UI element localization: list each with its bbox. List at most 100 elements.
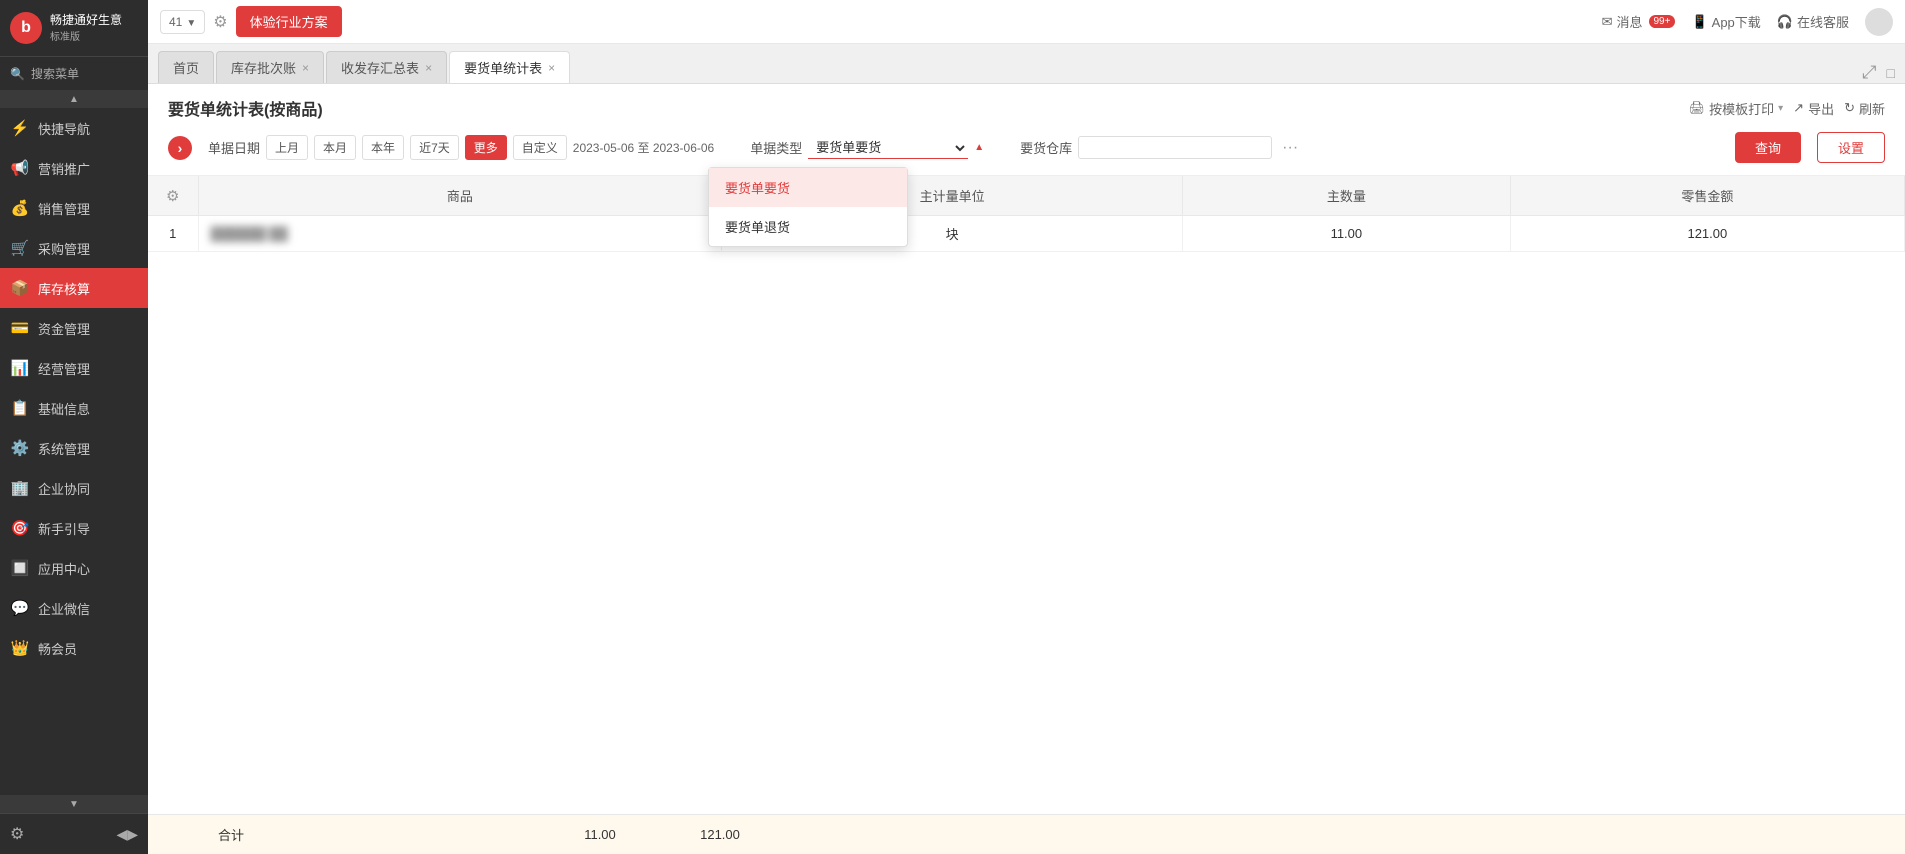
refresh-icon: ↻ [1844, 100, 1855, 116]
breadcrumb-select[interactable]: 41 [160, 10, 205, 34]
date-btn-this-year[interactable]: 本年 [362, 135, 404, 160]
table-footer: 合计 11.00 121.00 [148, 814, 1905, 854]
logo-title: 畅捷通好生意 [50, 13, 122, 29]
sidebar-item-operation[interactable]: 📊 经营管理 [0, 348, 148, 388]
col-quantity: 主数量 [1183, 176, 1511, 216]
date-btn-custom[interactable]: 自定义 [513, 135, 567, 160]
basic-icon: 📋 [10, 398, 30, 418]
tab-fullscreen-icon[interactable]: □ [1887, 65, 1895, 81]
warehouse-more-icon[interactable]: ··· [1282, 139, 1298, 157]
tab-close-icon[interactable]: × [302, 61, 309, 75]
tab-receive-summary[interactable]: 收发存汇总表 × [326, 51, 447, 83]
sidebar-scroll-up[interactable]: ▲ [0, 90, 148, 108]
phone-icon: 📱 [1691, 14, 1707, 30]
col-amount: 零售金额 [1510, 176, 1904, 216]
tab-order-summary[interactable]: 要货单统计表 × [449, 51, 570, 83]
content-area: 要货单统计表(按商品) 🖨 按模板打印 ▾ ↗ 导出 ↻ 刷新 › [148, 84, 1905, 854]
query-btn[interactable]: 查询 [1735, 132, 1801, 163]
logo-sub: 标准版 [50, 28, 122, 43]
sidebar-item-label: 营销推广 [38, 159, 90, 178]
sidebar-item-label: 畅会员 [38, 639, 77, 658]
settings-icon[interactable]: ⚙ [10, 824, 24, 844]
date-btn-this-month[interactable]: 本月 [314, 135, 356, 160]
inventory-icon: 📦 [10, 278, 30, 298]
online-service-btn[interactable]: 🎧 在线客服 [1777, 12, 1849, 31]
export-label: 导出 [1808, 99, 1834, 118]
messages-btn[interactable]: ✉ 消息 99+ [1602, 12, 1676, 31]
main-area: 41 ⚙ 体验行业方案 ✉ 消息 99+ 📱 App下载 🎧 在线客服 [148, 0, 1905, 854]
sidebar-item-member[interactable]: 👑 畅会员 [0, 628, 148, 668]
sidebar-item-enterprise[interactable]: 🏢 企业协同 [0, 468, 148, 508]
sidebar-item-label: 企业微信 [38, 599, 90, 618]
enterprise-icon: 🏢 [10, 478, 30, 498]
sidebar-scroll-down[interactable]: ▼ [0, 795, 148, 813]
goods-name-blurred: ██████ ██ [211, 226, 288, 241]
sidebar-search[interactable]: 🔍 搜索菜单 [0, 57, 148, 90]
app-download-btn[interactable]: 📱 App下载 [1691, 12, 1760, 31]
apps-icon: 🔲 [10, 558, 30, 578]
messages-label: 消息 [1616, 12, 1642, 31]
tab-label: 收发存汇总表 [341, 58, 419, 77]
sidebar-bottom: ⚙ ◀▶ [0, 813, 148, 854]
warehouse-filter-input[interactable] [1078, 136, 1272, 159]
gear-settings-icon[interactable]: ⚙ [213, 12, 227, 32]
collapse-icon[interactable]: ◀▶ [116, 826, 138, 843]
print-btn[interactable]: 🖨 按模板打印 ▾ [1689, 99, 1784, 118]
sidebar-nav: ⚡ 快捷导航 📢 营销推广 💰 销售管理 🛒 采购管理 📦 库存核算 💳 资金管… [0, 108, 148, 795]
avatar[interactable] [1865, 8, 1893, 36]
sidebar-item-guide[interactable]: 🎯 新手引导 [0, 508, 148, 548]
tab-label: 首页 [173, 58, 199, 77]
sidebar-item-sales[interactable]: 💰 销售管理 [0, 188, 148, 228]
topbar-right: ✉ 消息 99+ 📱 App下载 🎧 在线客服 [1602, 8, 1893, 36]
tab-close-icon[interactable]: × [425, 61, 432, 75]
sidebar-item-label: 新手引导 [38, 519, 90, 538]
filter-bar: › 单据日期 上月 本月 本年 近7天 更多 自定义 2023-05-06 至 … [148, 120, 1905, 176]
search-label: 搜索菜单 [31, 65, 79, 82]
sidebar-item-quick-nav[interactable]: ⚡ 快捷导航 [0, 108, 148, 148]
date-btn-more[interactable]: 更多 [465, 135, 507, 160]
sidebar-item-system[interactable]: ⚙️ 系统管理 [0, 428, 148, 468]
export-icon: ↗ [1793, 100, 1804, 116]
tab-expand-icon[interactable]: ⤢ [1862, 62, 1876, 83]
sidebar-item-finance[interactable]: 💳 资金管理 [0, 308, 148, 348]
sidebar-item-basic[interactable]: 📋 基础信息 [0, 388, 148, 428]
headset-icon: 🎧 [1777, 14, 1793, 30]
tab-batch-account[interactable]: 库存批次账 × [216, 51, 324, 83]
online-service-label: 在线客服 [1797, 12, 1849, 31]
export-btn[interactable]: ↗ 导出 [1793, 99, 1834, 118]
date-btn-7days[interactable]: 近7天 [410, 135, 459, 160]
warehouse-filter-label: 要货仓库 [1020, 138, 1072, 157]
type-filter-select[interactable]: 要货单要货 要货单退货 [808, 137, 968, 159]
settings-btn[interactable]: 设置 [1817, 132, 1885, 163]
footer-label: 合计 [210, 825, 410, 844]
sidebar-item-inventory[interactable]: 📦 库存核算 [0, 268, 148, 308]
print-arrow-icon: ▾ [1778, 103, 1783, 114]
sidebar-item-label: 系统管理 [38, 439, 90, 458]
industry-btn[interactable]: 体验行业方案 [236, 6, 342, 37]
tab-close-icon[interactable]: × [548, 61, 555, 75]
dropdown-item-order-return[interactable]: 要货单退货 [709, 207, 907, 246]
filter-toggle-btn[interactable]: › [168, 136, 192, 160]
sidebar-item-marketing[interactable]: 📢 营销推广 [0, 148, 148, 188]
refresh-btn[interactable]: ↻ 刷新 [1844, 99, 1885, 118]
table-settings-icon[interactable]: ⚙ [166, 188, 179, 205]
logo-text-block: 畅捷通好生意 标准版 [50, 13, 122, 44]
cell-row-num: 1 [148, 216, 198, 252]
member-icon: 👑 [10, 638, 30, 658]
dropdown-item-order-goods[interactable]: 要货单要货 [709, 168, 907, 207]
operation-icon: 📊 [10, 358, 30, 378]
sidebar-item-label: 快捷导航 [38, 119, 90, 138]
date-btn-last-month[interactable]: 上月 [266, 135, 308, 160]
warehouse-filter-group: 要货仓库 ··· [1020, 136, 1298, 159]
page-header: 要货单统计表(按商品) 🖨 按模板打印 ▾ ↗ 导出 ↻ 刷新 [148, 84, 1905, 120]
tab-label: 要货单统计表 [464, 58, 542, 77]
breadcrumb-chevron-icon [186, 15, 196, 29]
col-settings[interactable]: ⚙ [148, 176, 198, 216]
sidebar-item-apps[interactable]: 🔲 应用中心 [0, 548, 148, 588]
sidebar-item-wechat[interactable]: 💬 企业微信 [0, 588, 148, 628]
sidebar-item-purchase[interactable]: 🛒 采购管理 [0, 228, 148, 268]
footer-amount: 121.00 [660, 827, 780, 842]
sidebar-item-label: 基础信息 [38, 399, 90, 418]
footer-quantity: 11.00 [540, 827, 660, 842]
tab-home[interactable]: 首页 [158, 51, 214, 83]
